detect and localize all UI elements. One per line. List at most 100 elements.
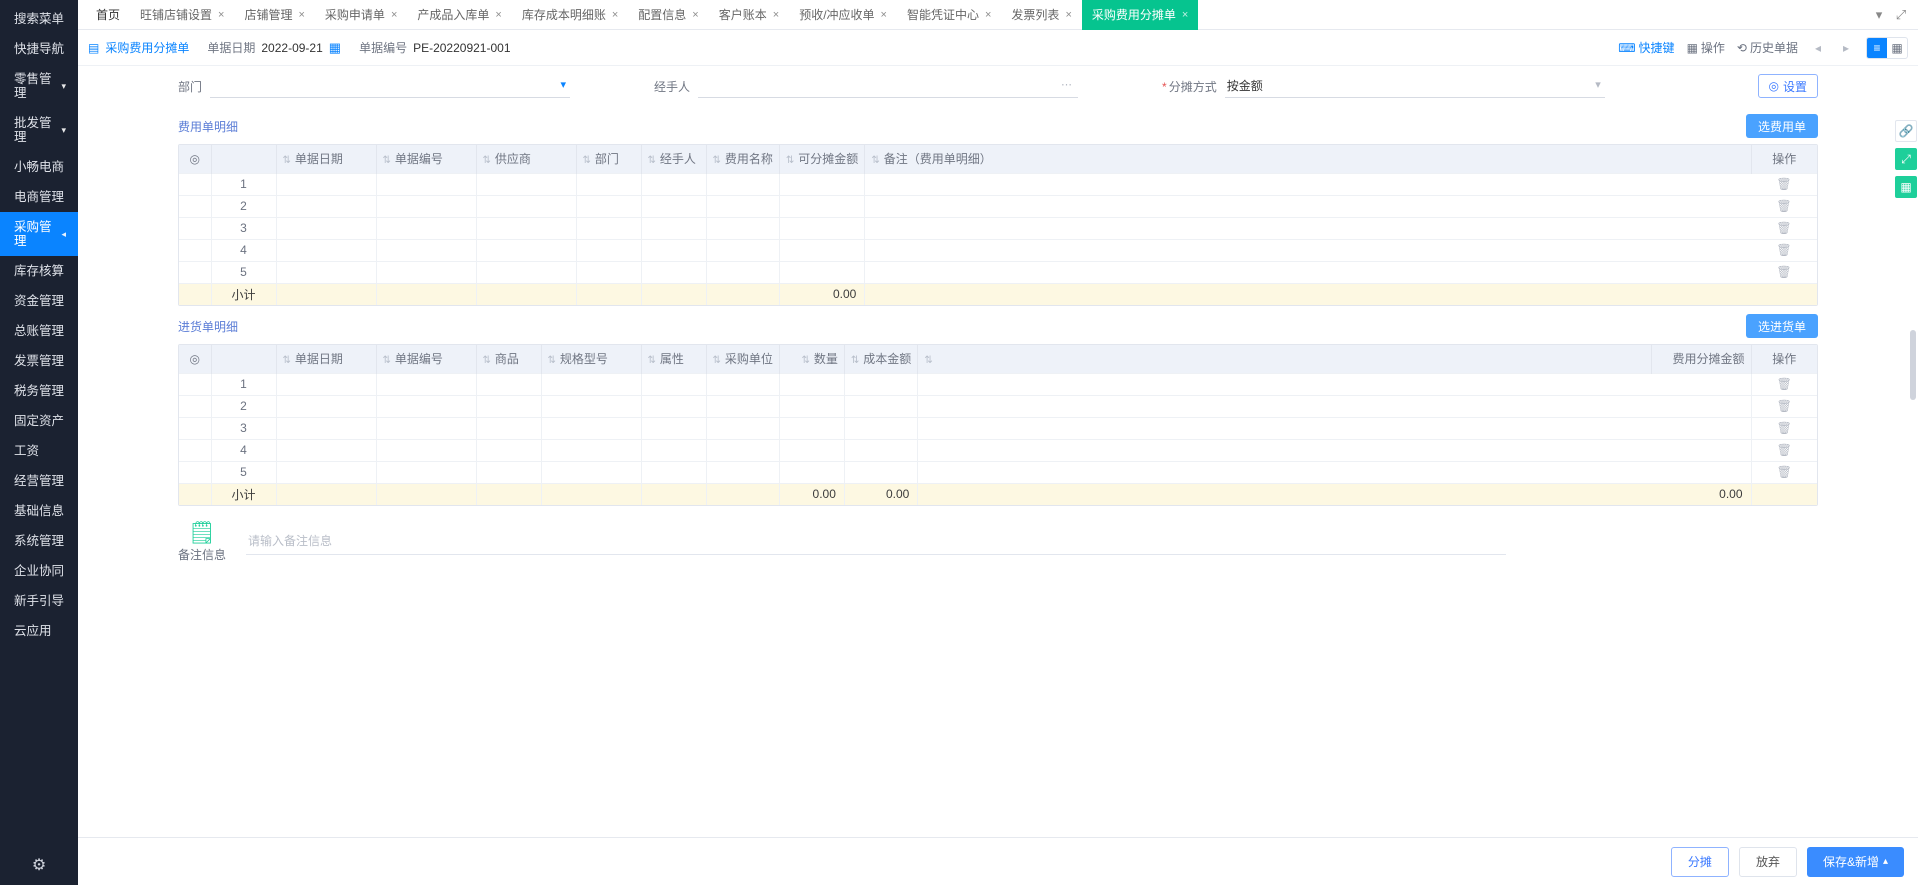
grid2-col-unit[interactable]: 采购单位	[706, 345, 779, 373]
nav-purchase[interactable]: 采购管理◂	[0, 212, 78, 256]
grid2-col-cost[interactable]: 成本金额	[844, 345, 917, 373]
operations-button[interactable]: ▦操作	[1687, 39, 1725, 56]
table-row[interactable]: 5🗑	[179, 461, 1817, 483]
grid1-col-date[interactable]: 单据日期	[276, 145, 376, 173]
grid-gear-icon[interactable]: ◎	[179, 345, 211, 373]
tab-shop-manage[interactable]: 店铺管理×	[234, 0, 314, 30]
grid2-col-date[interactable]: 单据日期	[276, 345, 376, 373]
close-icon[interactable]: ×	[1065, 9, 1071, 21]
grid2-rowno-col[interactable]	[211, 345, 276, 373]
view-list-icon[interactable]: ≡	[1867, 38, 1887, 58]
tabs-fullscreen-icon[interactable]: ⤢	[1890, 7, 1912, 23]
grid1-col-supplier[interactable]: 供应商	[476, 145, 576, 173]
grid2-col-goods[interactable]: 商品	[476, 345, 541, 373]
history-button[interactable]: ⟲历史单据	[1737, 39, 1798, 56]
tab-customer-ledger[interactable]: 客户账本×	[709, 0, 789, 30]
date-value[interactable]: 2022-09-21	[261, 41, 322, 55]
tab-finished-in[interactable]: 产成品入库单×	[407, 0, 511, 30]
table-row[interactable]: 4🗑	[179, 239, 1817, 261]
table-row[interactable]: 3🗑	[179, 417, 1817, 439]
trash-icon[interactable]: 🗑	[1776, 265, 1791, 279]
trash-icon[interactable]: 🗑	[1776, 177, 1791, 191]
save-new-button[interactable]: 保存&新增▴	[1807, 847, 1904, 877]
remarks-input[interactable]	[246, 528, 1506, 555]
grid1-col-no[interactable]: 单据编号	[376, 145, 476, 173]
close-icon[interactable]: ×	[218, 9, 224, 21]
table-row[interactable]: 2🗑	[179, 195, 1817, 217]
nav-system[interactable]: 系统管理	[0, 526, 78, 556]
method-select[interactable]: 按金额▾	[1225, 74, 1605, 98]
select-expense-button[interactable]: 选费用单	[1746, 114, 1818, 138]
nav-tax[interactable]: 税务管理	[0, 376, 78, 406]
tab-smart-voucher[interactable]: 智能凭证中心×	[897, 0, 1001, 30]
tab-inv-cost-detail[interactable]: 库存成本明细账×	[512, 0, 628, 30]
tab-home[interactable]: 首页	[86, 0, 130, 30]
grid-gear-icon[interactable]: ◎	[179, 145, 211, 173]
dept-select[interactable]: ▾	[210, 74, 570, 98]
nav-quick[interactable]: 快捷导航	[0, 34, 78, 64]
settings-button[interactable]: ◎设置	[1758, 74, 1819, 98]
close-icon[interactable]: ×	[495, 9, 501, 21]
nav-assets[interactable]: 固定资产	[0, 406, 78, 436]
alloc-button[interactable]: 分摊	[1671, 847, 1729, 877]
table-row[interactable]: 5🗑	[179, 261, 1817, 283]
select-purchase-button[interactable]: 选进货单	[1746, 314, 1818, 338]
prev-doc-icon[interactable]: ◂	[1810, 41, 1826, 55]
close-icon[interactable]: ×	[1182, 9, 1188, 21]
nav-cloud[interactable]: 云应用	[0, 616, 78, 646]
nav-wholesale[interactable]: 批发管理▾	[0, 108, 78, 152]
close-icon[interactable]: ×	[773, 9, 779, 21]
close-icon[interactable]: ×	[985, 9, 991, 21]
next-doc-icon[interactable]: ▸	[1838, 41, 1854, 55]
grid2-col-attr[interactable]: 属性	[641, 345, 706, 373]
grid1-rowno-col[interactable]	[211, 145, 276, 173]
attachment-icon[interactable]: 🔗	[1895, 120, 1917, 142]
tab-cost-alloc[interactable]: 采购费用分摊单×	[1082, 0, 1198, 30]
trash-icon[interactable]: 🗑	[1777, 421, 1792, 435]
nav-inventory[interactable]: 库存核算	[0, 256, 78, 286]
nav-ecommerce1[interactable]: 小畅电商	[0, 152, 78, 182]
tab-config[interactable]: 配置信息×	[628, 0, 708, 30]
table-row[interactable]: 4🗑	[179, 439, 1817, 461]
close-icon[interactable]: ×	[692, 9, 698, 21]
trash-icon[interactable]: 🗑	[1777, 465, 1792, 479]
close-icon[interactable]: ×	[298, 9, 304, 21]
grid1-col-feename[interactable]: 费用名称	[706, 145, 779, 173]
grid2-col-qty[interactable]: 数量	[779, 345, 844, 373]
grid2-col-alloc[interactable]: 费用分摊金额	[1651, 345, 1751, 373]
nav-base[interactable]: 基础信息	[0, 496, 78, 526]
close-icon[interactable]: ×	[881, 9, 887, 21]
nav-funds[interactable]: 资金管理	[0, 286, 78, 316]
vertical-scrollbar[interactable]	[1910, 330, 1916, 400]
nav-collab[interactable]: 企业协同	[0, 556, 78, 586]
close-icon[interactable]: ×	[612, 9, 618, 21]
trash-icon[interactable]: 🗑	[1776, 199, 1791, 213]
handler-select[interactable]: ⋯	[698, 74, 1078, 98]
tab-purchase-req[interactable]: 采购申请单×	[315, 0, 407, 30]
shortcut-button[interactable]: ⌨快捷键	[1618, 39, 1674, 56]
nav-ledger[interactable]: 总账管理	[0, 316, 78, 346]
calendar-icon[interactable]: ▦	[329, 40, 341, 56]
nav-bottom-gear-icon[interactable]: ⚙	[0, 845, 78, 885]
table-row[interactable]: 1🗑	[179, 373, 1817, 395]
grid2-col-no[interactable]: 单据编号	[376, 345, 476, 373]
close-icon[interactable]: ×	[391, 9, 397, 21]
nav-search[interactable]: 搜索菜单	[0, 4, 78, 34]
nav-invoice[interactable]: 发票管理	[0, 346, 78, 376]
trash-icon[interactable]: 🗑	[1776, 221, 1791, 235]
tabs-menu-icon[interactable]: ▾	[1868, 7, 1890, 23]
trash-icon[interactable]: 🗑	[1777, 399, 1792, 413]
trash-icon[interactable]: 🗑	[1777, 377, 1792, 391]
nav-biz[interactable]: 经营管理	[0, 466, 78, 496]
tab-prepay[interactable]: 预收/冲应收单×	[789, 0, 897, 30]
tab-shop-settings[interactable]: 旺铺店铺设置×	[130, 0, 234, 30]
table-row[interactable]: 2🗑	[179, 395, 1817, 417]
grid2-col-blank[interactable]	[918, 345, 1651, 373]
nav-payroll[interactable]: 工资	[0, 436, 78, 466]
grid1-col-dept[interactable]: 部门	[576, 145, 641, 173]
grid1-col-remark[interactable]: 备注（费用单明细）	[865, 145, 1751, 173]
view-card-icon[interactable]: ▦	[1887, 38, 1907, 58]
expand-icon[interactable]: ⤢	[1895, 148, 1917, 170]
trash-icon[interactable]: 🗑	[1777, 443, 1792, 457]
discard-button[interactable]: 放弃	[1739, 847, 1797, 877]
